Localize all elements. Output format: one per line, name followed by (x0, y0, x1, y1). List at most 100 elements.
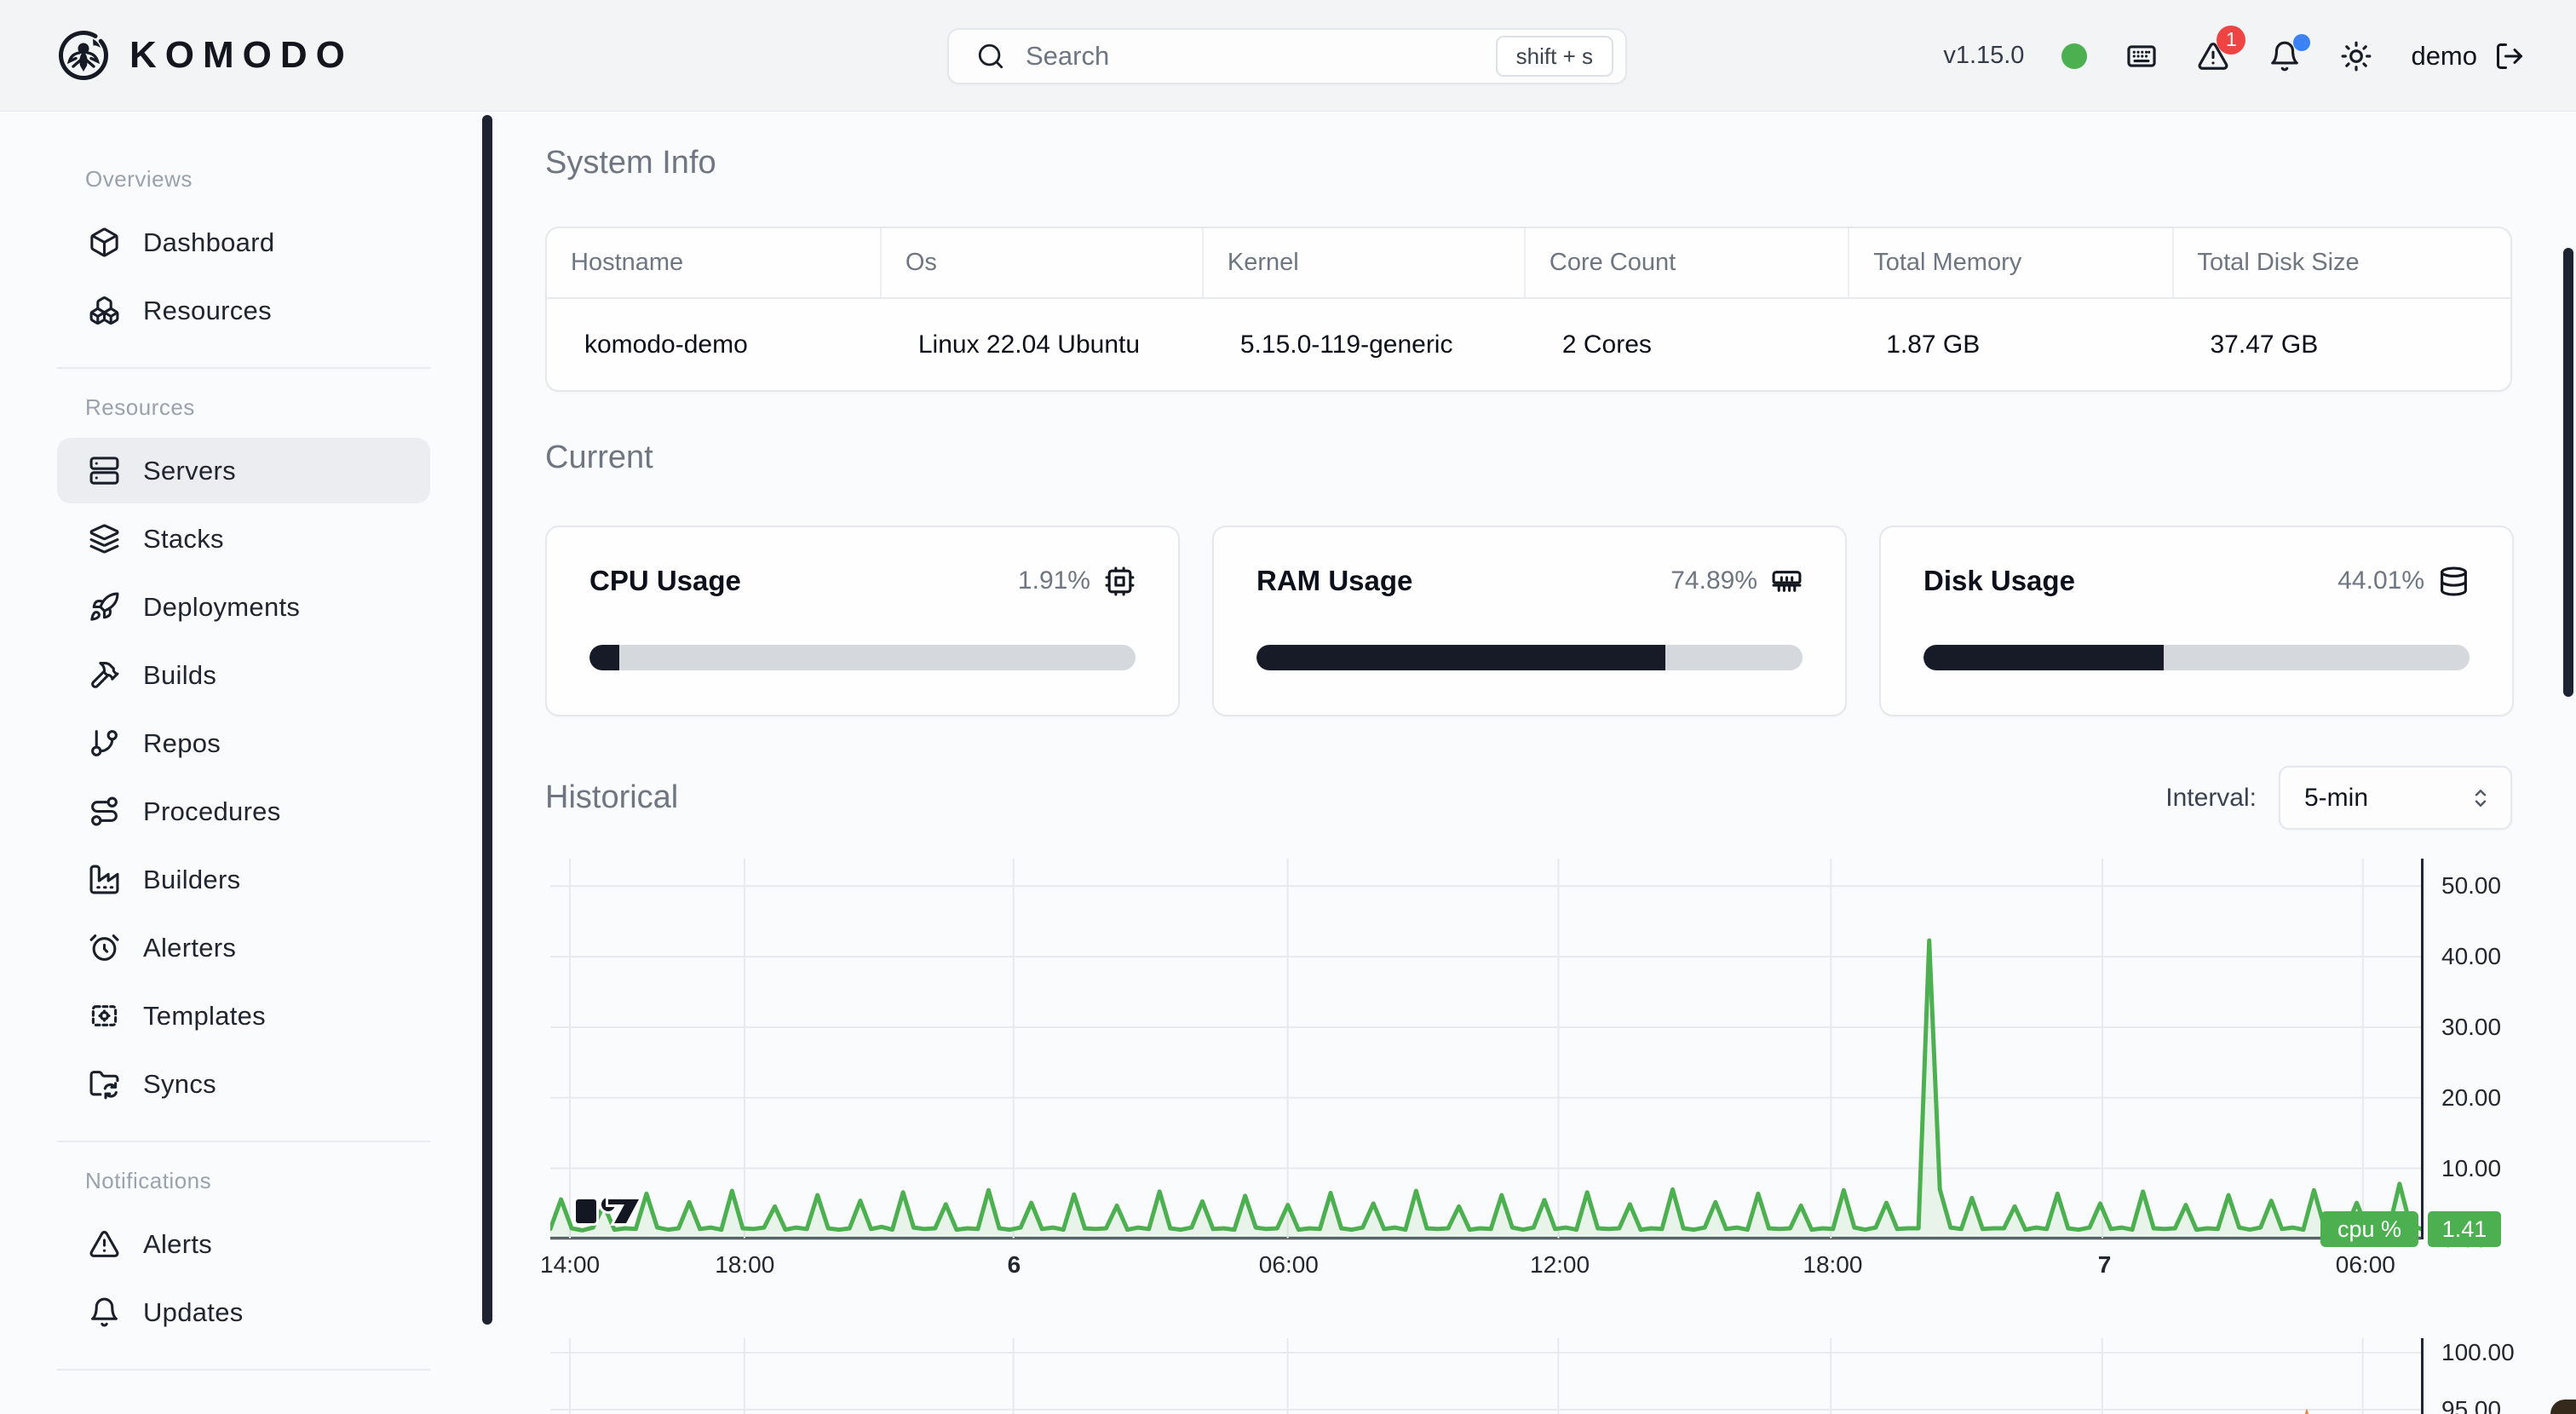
sidebar-section-resources: Resources (85, 394, 486, 421)
sun-icon (2340, 40, 2372, 72)
x-tick-label: 14:00 (540, 1251, 600, 1279)
cell-os: Linux 22.04 Ubuntu (881, 298, 1203, 390)
cpu-last-value-pill: 1.41 (2428, 1211, 2501, 1247)
cpu-chart-price-axis[interactable]: 1.41 0.0010.0020.0030.0040.0050.00 (2426, 859, 2512, 1239)
cpu-historical-chart[interactable]: cpu % 1.41 0.0010.0020.0030.0040.0050.00… (550, 859, 2512, 1284)
x-tick-label: 18:00 (715, 1251, 774, 1279)
memory-stick-icon (1771, 566, 1803, 597)
y-tick-label: 30.00 (2441, 1014, 2501, 1041)
table-row: komodo-demo Linux 22.04 Ubuntu 5.15.0-11… (547, 298, 2510, 390)
ram-usage-card: RAM Usage 74.89% (1212, 526, 1847, 716)
ram-usage-value: 74.89% (1670, 566, 1757, 595)
sidebar-item-stacks[interactable]: Stacks (57, 506, 430, 572)
x-tick-label: 06:00 (2336, 1251, 2395, 1279)
x-tick-label: 12:00 (1530, 1251, 1590, 1279)
cpu-chart-series (550, 859, 2421, 1239)
sidebar: Overviews Dashboard Resources Resources … (0, 112, 511, 1414)
bell-icon (89, 1296, 120, 1328)
sidebar-item-resources[interactable]: Resources (57, 278, 430, 343)
keyboard-icon (2125, 40, 2158, 72)
search-icon (976, 42, 1005, 71)
y-tick-label: 20.00 (2441, 1084, 2501, 1112)
sidebar-item-syncs[interactable]: Syncs (57, 1051, 430, 1117)
server-icon (89, 455, 120, 486)
sidebar-item-builds[interactable]: Builds (57, 642, 430, 708)
rocket-icon (89, 591, 120, 623)
keyboard-shortcuts-button[interactable] (2125, 39, 2159, 73)
cell-total-memory: 1.87 GB (1849, 298, 2172, 390)
cpu-usage-card: CPU Usage 1.91% (545, 526, 1180, 716)
route-icon (89, 796, 120, 827)
sidebar-item-templates[interactable]: Templates (57, 983, 430, 1049)
template-icon (89, 1000, 120, 1032)
database-icon (2438, 566, 2470, 597)
sidebar-item-alerts[interactable]: Alerts (57, 1211, 430, 1277)
cpu-icon (1104, 566, 1136, 597)
tradingview-watermark-icon[interactable] (571, 1193, 646, 1230)
search-input[interactable]: Search shift + s (947, 28, 1627, 84)
historical-title: Historical (545, 779, 678, 816)
version-label: v1.15.0 (1943, 42, 2024, 70)
y-tick-label: 40.00 (2441, 943, 2501, 970)
sidebar-item-repos[interactable]: Repos (57, 710, 430, 776)
y-tick-label: 95.00 (2441, 1396, 2501, 1414)
package-icon (89, 227, 120, 258)
topbar-actions: v1.15.0 1 demo (1943, 0, 2525, 112)
sidebar-item-dashboard[interactable]: Dashboard (57, 210, 430, 275)
x-tick-label: 06:00 (1259, 1251, 1319, 1279)
cell-kernel: 5.15.0-119-generic (1203, 298, 1525, 390)
sidebar-item-settings[interactable]: Settings (57, 1396, 430, 1414)
sidebar-item-updates[interactable]: Updates (57, 1279, 430, 1345)
interval-label: Interval: (2165, 784, 2257, 813)
col-core-count: Core Count (1525, 228, 1849, 298)
disk-usage-card: Disk Usage 44.01% (1879, 526, 2514, 716)
cell-total-disk-size: 37.47 GB (2173, 298, 2511, 390)
komodo-app: KOMODO Search shift + s v1.15.0 1 (0, 0, 2576, 1414)
sidebar-item-servers[interactable]: Servers (57, 438, 430, 503)
sidebar-scrollbar[interactable] (482, 115, 492, 1325)
col-total-memory: Total Memory (1849, 228, 2172, 298)
cpu-progress-bar (589, 645, 1136, 670)
cpu-chart-plot-area[interactable]: cpu % (550, 859, 2424, 1239)
main-scrollbar[interactable] (2563, 248, 2573, 697)
y-tick-label: 50.00 (2441, 872, 2501, 900)
disk-progress-bar (1923, 645, 2470, 670)
interval-value: 5-min (2304, 784, 2368, 813)
sidebar-item-deployments[interactable]: Deployments (57, 574, 430, 640)
mem-chart-price-axis[interactable]: 100.0095.00 (2426, 1338, 2512, 1414)
sidebar-item-alerters[interactable]: Alerters (57, 915, 430, 980)
updates-button[interactable] (2268, 39, 2302, 73)
x-tick-label: 18:00 (1803, 1251, 1862, 1279)
col-kernel: Kernel (1203, 228, 1525, 298)
x-tick-label: 7 (2098, 1251, 2112, 1279)
alarm-clock-icon (89, 932, 120, 963)
col-os: Os (881, 228, 1203, 298)
alerts-button[interactable]: 1 (2196, 39, 2230, 73)
user-menu[interactable]: demo (2411, 41, 2525, 72)
git-branch-icon (89, 727, 120, 759)
komodo-logo-icon (56, 28, 111, 83)
username-label: demo (2411, 41, 2477, 72)
cpu-chart-time-axis[interactable]: 14:0018:00606:0012:0018:00706:00 (550, 1239, 2424, 1284)
brand[interactable]: KOMODO (56, 28, 354, 83)
search-shortcut-kbd: shift + s (1496, 36, 1613, 77)
mem-chart-plot-area[interactable] (550, 1338, 2424, 1414)
current-title: Current (545, 440, 2514, 476)
sidebar-divider (57, 367, 430, 369)
boxes-icon (89, 295, 120, 326)
chevrons-up-down-icon (2468, 785, 2493, 811)
theme-toggle-button[interactable] (2339, 39, 2373, 73)
sidebar-item-procedures[interactable]: Procedures (57, 779, 430, 844)
sidebar-section-overviews: Overviews (85, 166, 486, 193)
layers-icon (89, 523, 120, 555)
mem-historical-chart[interactable]: 100.0095.00 (550, 1338, 2512, 1414)
sidebar-item-builders[interactable]: Builders (57, 847, 430, 912)
core-status-dot[interactable] (2061, 43, 2087, 69)
cpu-series-label-pill: cpu % (2320, 1211, 2418, 1247)
sidebar-divider (57, 1369, 430, 1371)
table-header-row: Hostname Os Kernel Core Count Total Memo… (547, 228, 2510, 298)
col-hostname: Hostname (547, 228, 881, 298)
cpu-usage-value: 1.91% (1018, 566, 1090, 595)
system-info-title: System Info (545, 145, 2514, 181)
interval-select[interactable]: 5-min (2279, 766, 2512, 830)
